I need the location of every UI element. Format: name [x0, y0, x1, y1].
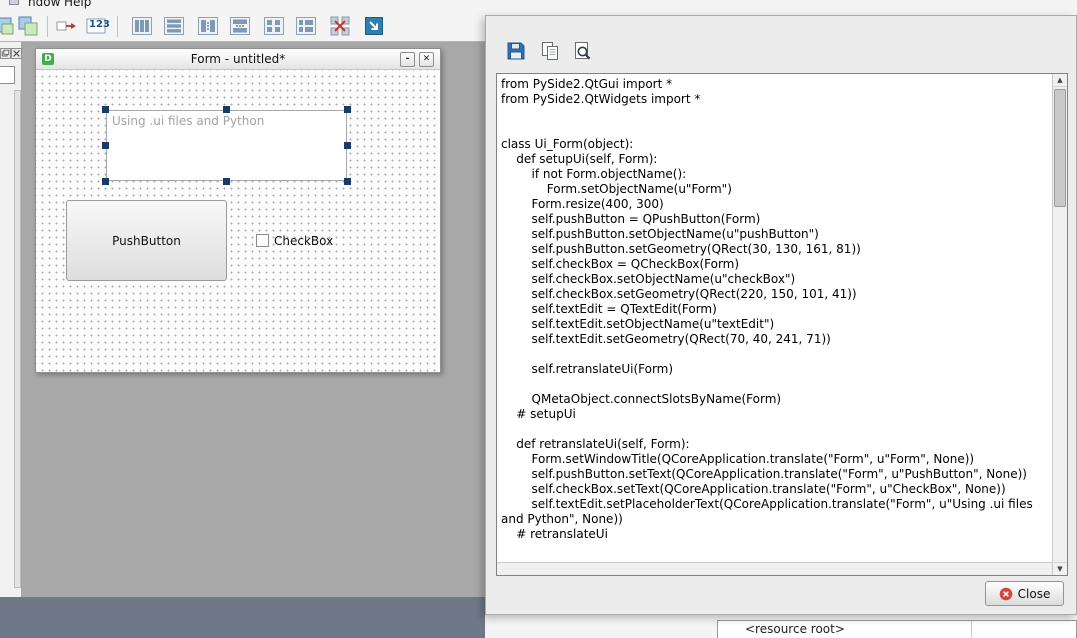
checkbox-label: CheckBox	[274, 234, 333, 248]
selection-handle[interactable]	[102, 178, 109, 185]
splitter-vertical-button[interactable]	[227, 13, 253, 39]
edit-signals-slots-icon	[55, 15, 77, 37]
preview-panes-button[interactable]	[15, 13, 41, 39]
form-window-title: Form - untitled*	[36, 52, 440, 66]
close-circle-icon	[999, 587, 1013, 601]
scroll-down-button[interactable]: ▼	[1053, 562, 1067, 575]
layout-grid-icon	[263, 15, 285, 37]
selection-handle[interactable]	[223, 106, 230, 113]
horizontal-scrollbar[interactable]	[497, 562, 1052, 575]
splitter-horizontal-icon	[197, 15, 219, 37]
widget-box-dock	[0, 42, 22, 597]
selection-handle[interactable]	[344, 106, 351, 113]
scrollbar-thumb[interactable]	[1054, 89, 1066, 207]
layout-vertical-icon	[163, 15, 185, 37]
panel-divider	[971, 621, 972, 638]
close-icon	[12, 49, 21, 58]
layout-horizontal-icon	[131, 15, 153, 37]
menu-window-icon	[9, 0, 19, 5]
form-canvas[interactable]: Using .ui files and Python PushButton Ch…	[36, 70, 440, 372]
textedit-widget[interactable]: Using .ui files and Python	[106, 110, 347, 181]
break-layout-button[interactable]	[327, 13, 353, 39]
find-icon	[571, 40, 593, 62]
layout-horizontal-button[interactable]	[129, 13, 155, 39]
save-icon	[505, 40, 527, 62]
qt-designer-screen: ndow Help 123	[0, 0, 1077, 638]
checkbox-indicator[interactable]	[256, 234, 269, 247]
toolbar-separator	[117, 16, 118, 37]
preview-panes-icon	[17, 15, 39, 37]
generated-python-code: from PySide2.QtGui import * from PySide2…	[501, 77, 1050, 560]
code-preview-dialog: from PySide2.QtGui import * from PySide2…	[485, 15, 1077, 615]
resource-root-item[interactable]: <resource root>	[745, 622, 845, 636]
bottom-dock-area	[0, 597, 485, 638]
toolbar-separator	[47, 16, 48, 37]
copy-code-button[interactable]	[536, 37, 564, 65]
widget-box-scrollbar[interactable]	[14, 90, 21, 588]
copy-icon	[539, 40, 561, 62]
vertical-scrollbar[interactable]: ▲ ▼	[1052, 74, 1067, 575]
form-window-titlebar[interactable]: D Form - untitled* - ✕	[36, 49, 440, 70]
textedit-frame: Using .ui files and Python	[106, 110, 347, 181]
edit-widgets-partial-icon	[0, 15, 15, 37]
layout-form-button[interactable]	[293, 13, 319, 39]
code-view[interactable]: from PySide2.QtGui import * from PySide2…	[496, 73, 1068, 576]
close-dialog-label: Close	[1018, 587, 1051, 601]
layout-form-icon	[295, 15, 317, 37]
splitter-vertical-icon	[229, 15, 251, 37]
selection-handle[interactable]	[102, 106, 109, 113]
pushbutton-widget[interactable]: PushButton	[66, 200, 227, 281]
form-editor-window: D Form - untitled* - ✕ Using .ui files a…	[35, 48, 441, 373]
break-layout-icon	[329, 15, 351, 37]
checkbox-widget[interactable]: CheckBox	[256, 220, 357, 261]
textedit-placeholder: Using .ui files and Python	[112, 114, 264, 128]
float-icon	[1, 49, 10, 58]
selection-handle[interactable]	[344, 178, 351, 185]
splitter-horizontal-button[interactable]	[195, 13, 221, 39]
selection-handle[interactable]	[223, 178, 230, 185]
close-button[interactable]: ✕	[419, 52, 434, 67]
layout-vertical-button[interactable]	[161, 13, 187, 39]
minimize-button[interactable]: -	[400, 52, 415, 67]
edit-signals-slots-button[interactable]	[53, 13, 79, 39]
layout-grid-button[interactable]	[261, 13, 287, 39]
find-in-code-button[interactable]	[568, 37, 596, 65]
save-code-button[interactable]	[502, 37, 530, 65]
pushbutton-label: PushButton	[112, 234, 181, 248]
resource-browser-panel[interactable]: <resource root>	[717, 620, 1077, 638]
menu-item-window-partial[interactable]: ndow	[28, 0, 60, 9]
menu-item-help[interactable]: Help	[64, 0, 91, 9]
dock-float-button[interactable]	[0, 48, 11, 59]
dock-close-button[interactable]	[11, 48, 22, 59]
widget-filter-input[interactable]	[0, 66, 15, 84]
adjust-size-button[interactable]	[361, 13, 387, 39]
selection-handle[interactable]	[102, 142, 109, 149]
selection-handle[interactable]	[344, 142, 351, 149]
close-dialog-button[interactable]: Close	[985, 581, 1064, 606]
scroll-up-button[interactable]: ▲	[1053, 74, 1067, 87]
adjust-size-icon	[363, 15, 385, 37]
edit-tab-order-button[interactable]: 123	[83, 13, 109, 39]
tab-order-numbers: 123	[89, 19, 110, 30]
